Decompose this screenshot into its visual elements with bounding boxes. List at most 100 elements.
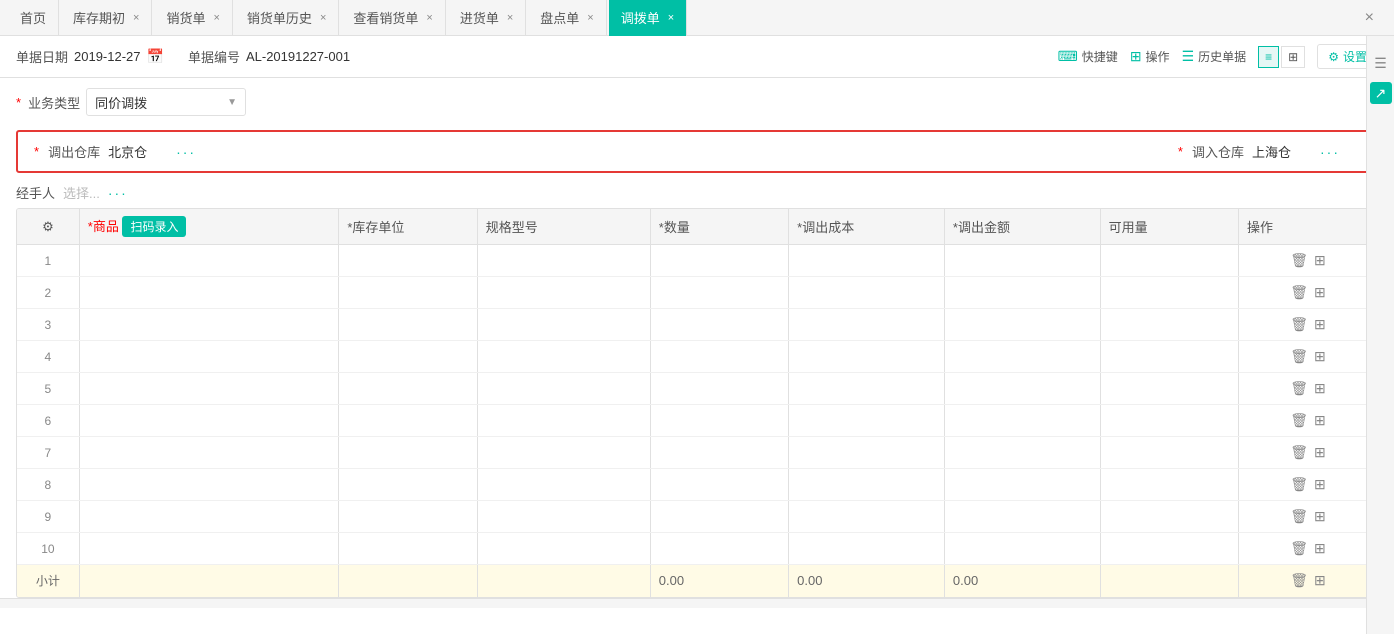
cell-product[interactable] [79,469,339,501]
cell-qty[interactable] [650,469,788,501]
tab-view-sales-close[interactable]: × [426,12,432,24]
cell-spec[interactable] [477,309,650,341]
copy-row-button[interactable]: ⊞ [1314,412,1326,429]
cell-qty[interactable] [650,501,788,533]
window-close-button[interactable]: × [1353,9,1386,27]
copy-row-button[interactable]: ⊞ [1314,348,1326,365]
biz-type-select[interactable]: 同价调拨 ▼ [86,88,246,116]
cell-amount[interactable] [944,245,1100,277]
tab-sales-order[interactable]: 销货单 × [154,0,232,36]
cell-unit[interactable] [339,501,477,533]
cell-qty[interactable] [650,309,788,341]
warehouse-in-more-button[interactable]: ··· [1320,144,1340,160]
cell-amount[interactable] [944,405,1100,437]
tab-purchase-order[interactable]: 进货单 × [448,0,526,36]
cell-cost[interactable] [789,373,945,405]
cell-spec[interactable] [477,501,650,533]
tab-sales-history[interactable]: 销货单历史 × [235,0,339,36]
cell-avail[interactable] [1100,373,1238,405]
cell-unit[interactable] [339,373,477,405]
scroll-track[interactable] [0,598,1394,608]
cell-avail[interactable] [1100,277,1238,309]
cell-cost[interactable] [789,469,945,501]
delete-row-button[interactable]: 🗑 [1290,444,1308,461]
cell-product[interactable] [79,309,339,341]
layout-btn-list[interactable]: ≡ [1258,46,1279,68]
cell-spec[interactable] [477,341,650,373]
delete-row-button[interactable]: 🗑 [1290,572,1308,589]
tab-transfer[interactable]: 调拨单 × [609,0,687,36]
cell-avail[interactable] [1100,501,1238,533]
cell-amount[interactable] [944,501,1100,533]
cell-product[interactable] [79,277,339,309]
tab-home[interactable]: 首页 [8,0,59,36]
cell-cost[interactable] [789,277,945,309]
cell-amount[interactable] [944,341,1100,373]
history-button[interactable]: ☰ 历史单据 [1182,48,1247,65]
delete-row-button[interactable]: 🗑 [1290,252,1308,269]
layout-btn-grid[interactable]: ⊞ [1281,46,1305,68]
cell-cost[interactable] [789,309,945,341]
cell-unit[interactable] [339,277,477,309]
cell-unit[interactable] [339,341,477,373]
cell-product[interactable] [79,373,339,405]
person-more-button[interactable]: ··· [108,185,128,201]
cell-spec[interactable] [477,373,650,405]
cell-product[interactable] [79,501,339,533]
cell-qty[interactable] [650,405,788,437]
cell-product[interactable] [79,245,339,277]
cell-qty[interactable] [650,533,788,565]
cell-qty[interactable] [650,437,788,469]
cell-amount[interactable] [944,373,1100,405]
copy-row-button[interactable]: ⊞ [1314,316,1326,333]
cell-avail[interactable] [1100,245,1238,277]
cell-cost[interactable] [789,341,945,373]
operations-button[interactable]: ⊞ 操作 [1130,48,1170,65]
tab-inventory-init-close[interactable]: × [133,12,139,24]
copy-row-button[interactable]: ⊞ [1314,380,1326,397]
copy-row-button[interactable]: ⊞ [1314,444,1326,461]
copy-row-button[interactable]: ⊞ [1314,252,1326,269]
copy-row-button[interactable]: ⊞ [1314,476,1326,493]
cell-avail[interactable] [1100,309,1238,341]
tab-stocktake[interactable]: 盘点单 × [528,0,606,36]
delete-row-button[interactable]: 🗑 [1290,284,1308,301]
shortcuts-button[interactable]: ⌨ 快捷键 [1058,48,1118,65]
scan-button[interactable]: 扫码录入 [122,216,186,237]
cell-amount[interactable] [944,469,1100,501]
cell-amount[interactable] [944,309,1100,341]
delete-row-button[interactable]: 🗑 [1290,380,1308,397]
cell-qty[interactable] [650,373,788,405]
tab-purchase-order-close[interactable]: × [507,12,513,24]
cell-amount[interactable] [944,277,1100,309]
tab-inventory-init[interactable]: 库存期初 × [61,0,152,36]
delete-row-button[interactable]: 🗑 [1290,348,1308,365]
cell-avail[interactable] [1100,341,1238,373]
cell-spec[interactable] [477,437,650,469]
delete-row-button[interactable]: 🗑 [1290,540,1308,557]
sidebar-export-icon[interactable]: ↗ [1370,82,1392,104]
cell-unit[interactable] [339,533,477,565]
col-gear[interactable]: ⚙ [17,209,79,245]
tab-sales-order-close[interactable]: × [213,12,219,24]
cell-unit[interactable] [339,309,477,341]
cell-product[interactable] [79,405,339,437]
cell-unit[interactable] [339,405,477,437]
cell-cost[interactable] [789,437,945,469]
cell-qty[interactable] [650,341,788,373]
cell-qty[interactable] [650,277,788,309]
cell-avail[interactable] [1100,437,1238,469]
calendar-icon[interactable]: 📅 [147,48,164,65]
delete-row-button[interactable]: 🗑 [1290,508,1308,525]
cell-product[interactable] [79,437,339,469]
delete-row-button[interactable]: 🗑 [1290,476,1308,493]
cell-qty[interactable] [650,245,788,277]
person-select[interactable]: 选择... [63,183,100,202]
cell-avail[interactable] [1100,405,1238,437]
cell-cost[interactable] [789,245,945,277]
cell-unit[interactable] [339,437,477,469]
cell-amount[interactable] [944,437,1100,469]
sidebar-list-icon[interactable]: ☰ [1370,52,1392,74]
cell-product[interactable] [79,341,339,373]
delete-row-button[interactable]: 🗑 [1290,316,1308,333]
